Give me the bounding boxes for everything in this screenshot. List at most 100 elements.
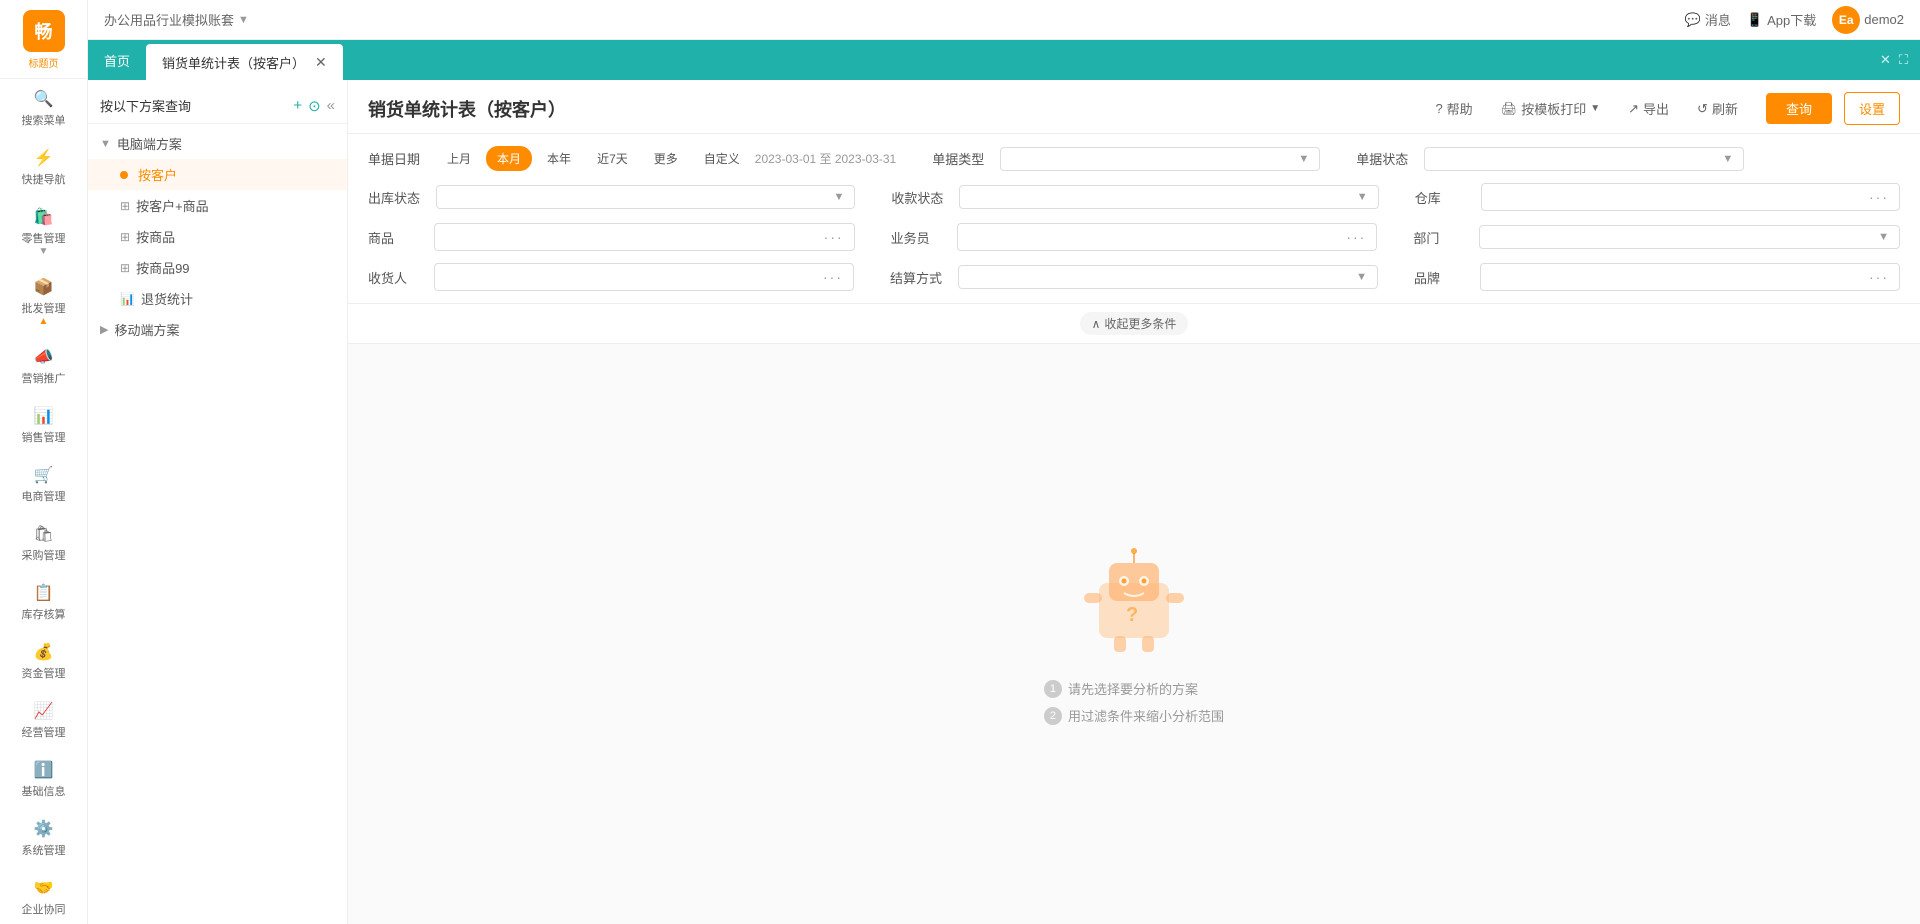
user-name: demo2 bbox=[1864, 12, 1904, 27]
goods-select[interactable]: ··· bbox=[434, 223, 855, 251]
help-button[interactable]: ? 帮助 bbox=[1427, 95, 1480, 122]
sidebar-item-quick-nav[interactable]: ⚡ 快捷导航 bbox=[0, 138, 87, 197]
add-scheme-icon[interactable]: + bbox=[293, 97, 302, 115]
out-status-select[interactable]: ▼ bbox=[436, 185, 855, 209]
dept-select[interactable]: ▼ bbox=[1479, 225, 1900, 249]
wholesale-expand-icon: ▲ bbox=[39, 316, 49, 327]
receive-status-dropdown-icon: ▼ bbox=[1357, 191, 1368, 203]
refresh-icon: ↺ bbox=[1697, 101, 1708, 117]
svg-text:?: ? bbox=[1126, 604, 1138, 626]
sidebar-item-operations[interactable]: 📈 经营管理 bbox=[0, 691, 87, 750]
hint-text-1: 请先选择要分析的方案 bbox=[1068, 679, 1198, 698]
payment-dropdown-icon: ▼ bbox=[1356, 271, 1367, 283]
app-download-icon: 📱 bbox=[1747, 12, 1763, 28]
refresh-label: 刷新 bbox=[1712, 99, 1738, 118]
content-area: 按以下方案查询 + ⊙ « ▼ 电脑端方案 按客户 ⊞ 按客户+商品 bbox=[88, 80, 1920, 924]
tree-item-by-goods[interactable]: ⊞ 按商品 bbox=[88, 221, 347, 252]
tab-sales-stats[interactable]: 销货单统计表（按客户） ✕ bbox=[146, 44, 343, 80]
message-button[interactable]: 💬 消息 bbox=[1685, 10, 1731, 29]
tree-item-by-customer[interactable]: 按客户 bbox=[88, 159, 347, 190]
tab-sales-stats-label: 销货单统计表（按客户） bbox=[162, 53, 305, 72]
template-print-button[interactable]: 🖨 按模板打印 ▼ bbox=[1493, 95, 1608, 122]
date-btn-last-month[interactable]: 上月 bbox=[436, 146, 482, 171]
payment-select[interactable]: ▼ bbox=[958, 265, 1378, 289]
close-window-icon[interactable]: ✕ bbox=[1880, 52, 1891, 68]
refresh-button[interactable]: ↺ 刷新 bbox=[1689, 95, 1746, 122]
settings-button[interactable]: 设置 bbox=[1844, 92, 1900, 125]
date-btn-7days[interactable]: 近7天 bbox=[586, 146, 639, 171]
tree-item-return-stats[interactable]: 📊 退货统计 bbox=[88, 283, 347, 314]
tabbar: 首页 销货单统计表（按客户） ✕ ✕ ⛶ bbox=[88, 40, 1920, 80]
sidebar-item-retail[interactable]: 🛍️ 零售管理 ▼ bbox=[0, 197, 87, 267]
sidebar-item-purchase[interactable]: 🛍 采购管理 bbox=[0, 514, 87, 573]
hint-num-1: 1 bbox=[1044, 680, 1062, 698]
maximize-window-icon[interactable]: ⛶ bbox=[1899, 52, 1908, 68]
sidebar-item-sales[interactable]: 📊 销售管理 bbox=[0, 396, 87, 455]
order-type-select[interactable]: ▼ bbox=[1000, 147, 1320, 171]
salesperson-dots-icon: ··· bbox=[1346, 229, 1366, 245]
salesperson-select[interactable]: ··· bbox=[957, 223, 1378, 251]
order-type-label: 单据类型 bbox=[932, 149, 984, 168]
date-btn-this-month[interactable]: 本月 bbox=[486, 146, 532, 171]
collapse-chevron-icon: ∧ bbox=[1092, 317, 1101, 331]
page-actions: ? 帮助 🖨 按模板打印 ▼ ↗ 导出 ↺ 刷新 bbox=[1427, 92, 1900, 125]
sidebar-item-search[interactable]: 🔍 搜索菜单 bbox=[0, 79, 87, 138]
suite-selector[interactable]: 办公用品行业模拟账套 ▼ bbox=[104, 10, 249, 29]
tab-home-label: 首页 bbox=[104, 51, 130, 70]
purchase-icon: 🛍 bbox=[33, 524, 53, 544]
brand-label: 品牌 bbox=[1414, 268, 1464, 287]
sidebar-item-enterprise[interactable]: 🤝 企业协同 bbox=[0, 868, 87, 924]
goods-dots-icon: ··· bbox=[824, 229, 844, 245]
app-download-label: App下载 bbox=[1767, 10, 1816, 29]
message-icon: 💬 bbox=[1685, 12, 1701, 28]
date-btn-custom[interactable]: 自定义 bbox=[693, 146, 751, 171]
filter-row-4: 收货人 ··· 结算方式 ▼ 品牌 ··· bbox=[368, 263, 1900, 291]
tree-section-label: 电脑端方案 bbox=[117, 134, 182, 153]
sidebar-item-inventory[interactable]: 📋 库存核算 bbox=[0, 573, 87, 632]
collapse-panel-icon[interactable]: « bbox=[327, 97, 335, 115]
tree-item-by-goods-99[interactable]: ⊞ 按商品99 bbox=[88, 252, 347, 283]
collapse-bar: ∧ 收起更多条件 bbox=[348, 304, 1920, 344]
consignee-select[interactable]: ··· bbox=[434, 263, 854, 291]
left-panel-icons: + ⊙ « bbox=[293, 97, 335, 115]
sidebar-item-finance[interactable]: 💰 资金管理 bbox=[0, 632, 87, 691]
help-label: 帮助 bbox=[1447, 99, 1473, 118]
brand-select[interactable]: ··· bbox=[1480, 263, 1900, 291]
date-btn-more[interactable]: 更多 bbox=[643, 146, 689, 171]
export-button[interactable]: ↗ 导出 bbox=[1620, 95, 1677, 122]
page-header: 销货单统计表（按客户） ? 帮助 🖨 按模板打印 ▼ ↗ 导出 bbox=[348, 80, 1920, 134]
query-button[interactable]: 查询 bbox=[1766, 93, 1832, 124]
quick-nav-icon: ⚡ bbox=[34, 148, 54, 168]
receive-status-select[interactable]: ▼ bbox=[959, 185, 1378, 209]
user-profile[interactable]: Ea demo2 bbox=[1832, 6, 1904, 34]
sidebar-item-wholesale[interactable]: 📦 批发管理 ▲ bbox=[0, 267, 87, 337]
sidebar-item-basic[interactable]: ℹ️ 基础信息 bbox=[0, 750, 87, 809]
suite-name: 办公用品行业模拟账套 bbox=[104, 10, 234, 29]
sidebar-item-system[interactable]: ⚙️ 系统管理 bbox=[0, 809, 87, 868]
inventory-icon: 📋 bbox=[34, 583, 54, 603]
tree-expand-collapsed-icon: ▶ bbox=[100, 323, 108, 336]
tree-section-desktop[interactable]: ▼ 电脑端方案 bbox=[88, 128, 347, 159]
tree-section-mobile[interactable]: ▶ 移动端方案 bbox=[88, 314, 347, 345]
order-status-select[interactable]: ▼ bbox=[1424, 147, 1744, 171]
retail-expand-icon: ▼ bbox=[39, 246, 49, 257]
out-status-dropdown-icon: ▼ bbox=[833, 191, 844, 203]
consignee-dots-icon: ··· bbox=[823, 269, 843, 285]
active-indicator bbox=[120, 171, 128, 179]
tab-close-icon[interactable]: ✕ bbox=[315, 54, 327, 71]
tree-item-by-customer-goods[interactable]: ⊞ 按客户+商品 bbox=[88, 190, 347, 221]
enterprise-icon: 🤝 bbox=[34, 878, 54, 898]
payment-label: 结算方式 bbox=[890, 268, 942, 287]
salesperson-label: 业务员 bbox=[891, 228, 941, 247]
system-icon: ⚙️ bbox=[34, 819, 54, 839]
collapse-more-btn[interactable]: ∧ 收起更多条件 bbox=[1080, 312, 1189, 335]
tab-home[interactable]: 首页 bbox=[88, 40, 146, 80]
app-download-button[interactable]: 📱 App下载 bbox=[1747, 10, 1816, 29]
sidebar-item-marketing[interactable]: 📣 营销推广 bbox=[0, 337, 87, 396]
refresh-scheme-icon[interactable]: ⊙ bbox=[308, 97, 321, 115]
warehouse-select[interactable]: ··· bbox=[1481, 183, 1900, 211]
date-btn-this-year[interactable]: 本年 bbox=[536, 146, 582, 171]
basic-icon: ℹ️ bbox=[34, 760, 54, 780]
order-type-dropdown-icon: ▼ bbox=[1298, 153, 1309, 165]
sidebar-item-ecommerce[interactable]: 🛒 电商管理 bbox=[0, 455, 87, 514]
